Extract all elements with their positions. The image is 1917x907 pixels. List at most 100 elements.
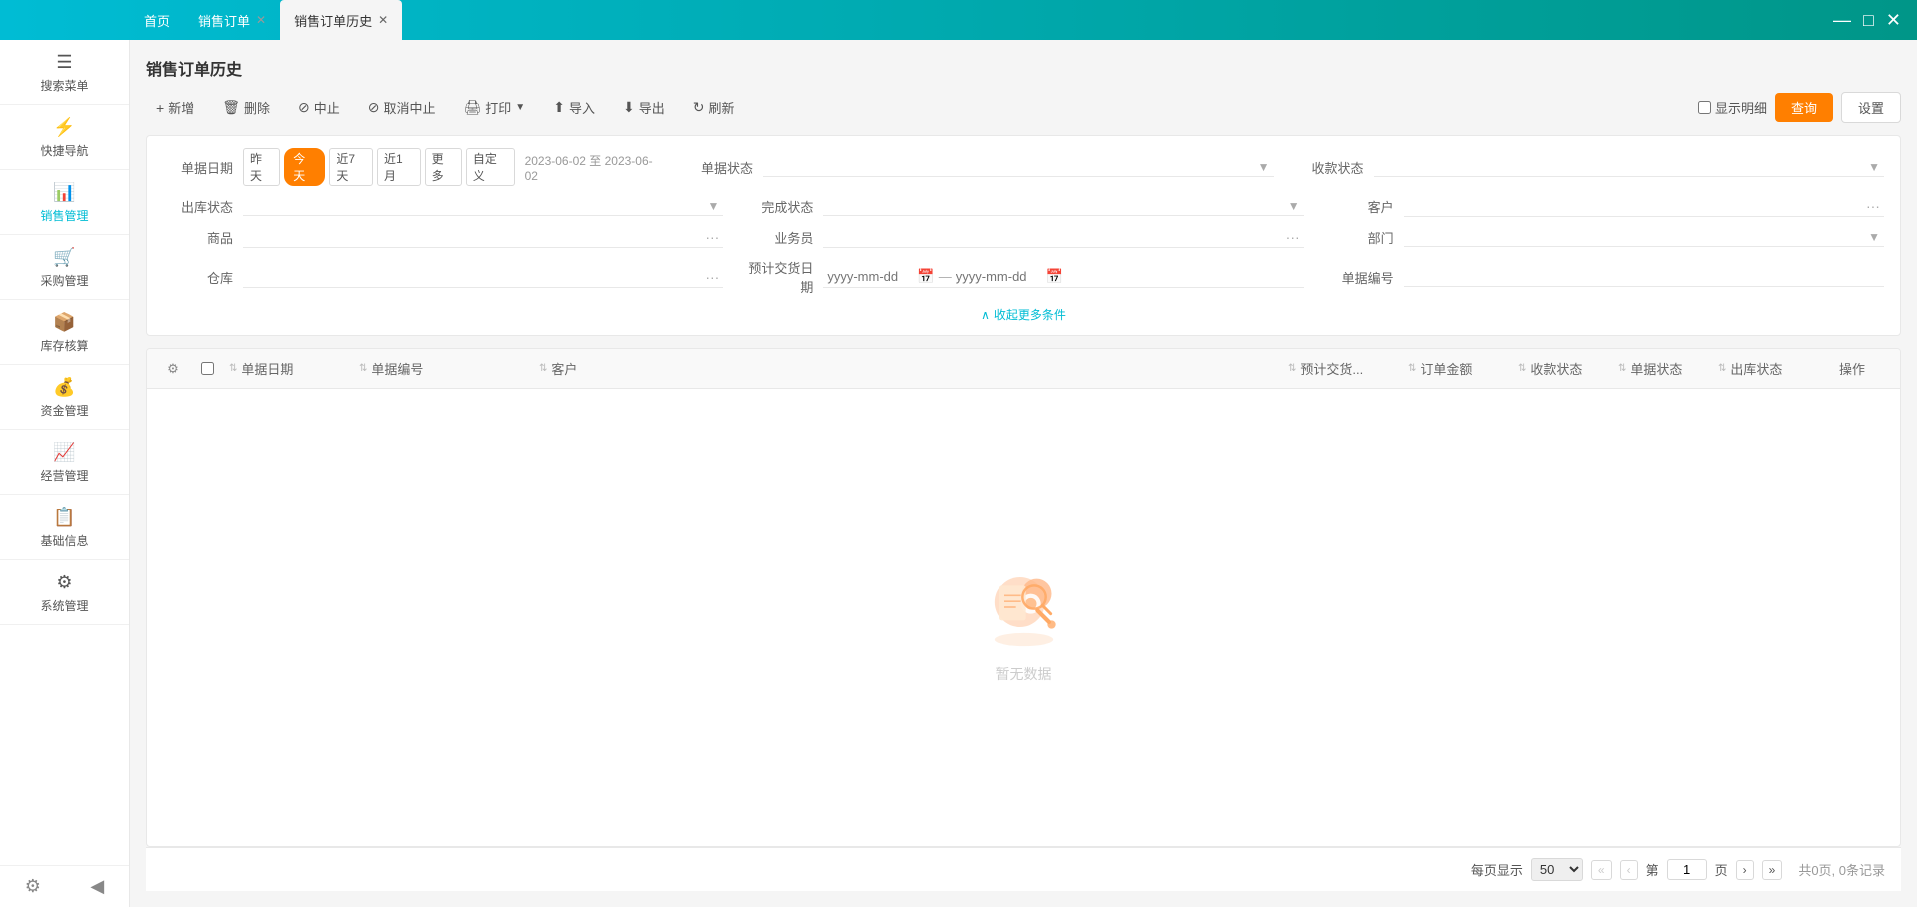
import-icon: ⬆ [553, 99, 565, 116]
print-icon: 🖨 [464, 99, 482, 116]
sidebar-settings-icon[interactable]: ⚙ [25, 876, 41, 897]
th-out-status: ⇅ 出库状态 [1712, 359, 1812, 378]
sidebar-item-sales-mgmt[interactable]: 📊 销售管理 [0, 170, 129, 235]
query-button[interactable]: 查询 [1775, 93, 1833, 122]
stop-button[interactable]: ⊘ 中止 [288, 93, 350, 122]
tab-sales-order[interactable]: 销售订单 ✕ [184, 0, 280, 40]
order-number-label: 单据编号 [1324, 268, 1404, 287]
print-arrow-icon: ▼ [515, 102, 525, 113]
out-status-chevron[interactable]: ▼ [707, 199, 719, 213]
date-btn-last1m[interactable]: 近1月 [377, 148, 421, 186]
last-page-button[interactable]: » [1762, 860, 1783, 880]
cancel-stop-button[interactable]: ⊘ 取消中止 [358, 93, 446, 122]
import-button[interactable]: ⬆ 导入 [543, 93, 605, 122]
delivery-date-start-input[interactable] [827, 269, 917, 284]
order-status-chevron[interactable]: ▼ [1258, 160, 1270, 174]
sidebar-item-purchase-mgmt[interactable]: 🛒 采购管理 [0, 235, 129, 300]
display-toggle[interactable]: 显示明细 [1698, 98, 1767, 117]
sidebar-item-finance-label: 资金管理 [40, 402, 88, 419]
first-page-button[interactable]: « [1591, 860, 1612, 880]
date-btn-yesterday[interactable]: 昨天 [243, 148, 280, 186]
sys-mgmt-icon: ⚙ [56, 572, 72, 593]
sidebar-item-ops-label: 经营管理 [40, 467, 88, 484]
sidebar-collapse-icon[interactable]: ◀ [90, 876, 104, 897]
window-maximize-icon[interactable]: □ [1857, 10, 1880, 31]
next-page-button[interactable]: › [1736, 860, 1754, 880]
th-amount-label: 订单金额 [1420, 359, 1472, 378]
dept-chevron[interactable]: ▼ [1868, 230, 1880, 244]
date-btn-custom[interactable]: 自定义 [466, 148, 515, 186]
th-sort-number-icon[interactable]: ⇅ [359, 363, 367, 374]
pay-status-chevron[interactable]: ▼ [1868, 160, 1880, 174]
salesperson-more-btn[interactable]: ··· [1286, 229, 1300, 245]
prev-page-button[interactable]: ‹ [1620, 860, 1638, 880]
sidebar-item-ops[interactable]: 📈 经营管理 [0, 430, 129, 495]
th-action: 操作 [1812, 359, 1892, 378]
collapse-label: 收起更多条件 [994, 306, 1066, 323]
th-sort-pay-status-icon[interactable]: ⇅ [1518, 363, 1526, 374]
tab-sales-order-history-close[interactable]: ✕ [378, 13, 388, 27]
goods-more-btn[interactable]: ··· [705, 229, 719, 245]
sidebar-item-search-menu[interactable]: ☰ 搜索菜单 [0, 40, 129, 105]
page-input[interactable] [1667, 859, 1707, 880]
th-sort-amount-icon[interactable]: ⇅ [1408, 363, 1416, 374]
tab-home[interactable]: 首页 [130, 0, 184, 40]
customer-label: 客户 [1324, 197, 1404, 216]
settings-button[interactable]: 设置 [1841, 92, 1901, 123]
tab-sales-order-history[interactable]: 销售订单历史 ✕ [280, 0, 402, 40]
filter-row-2: 出库状态 ▼ 完成状态 ▼ 客户 ··· [163, 196, 1884, 217]
complete-status-chevron[interactable]: ▼ [1288, 199, 1300, 213]
tab-sales-order-close[interactable]: ✕ [256, 13, 266, 27]
export-label: 导出 [639, 98, 665, 117]
delivery-date-end-cal-icon[interactable]: 📅 [1046, 268, 1063, 285]
page-title: 销售订单历史 [146, 56, 1901, 80]
th-sort-customer-icon[interactable]: ⇅ [539, 363, 547, 374]
delete-button[interactable]: 🗑 删除 [212, 93, 280, 122]
delivery-date-label: 预计交货日期 [743, 258, 823, 296]
salesperson-label: 业务员 [743, 228, 823, 247]
collapse-row[interactable]: ∧ 收起更多条件 [163, 306, 1884, 323]
th-sort-out-status-icon[interactable]: ⇅ [1718, 363, 1726, 374]
warehouse-label: 仓库 [163, 268, 243, 287]
display-toggle-checkbox[interactable] [1698, 101, 1711, 114]
table-wrap: ⚙ ⇅ 单据日期 ⇅ 单据编号 ⇅ 客户 ⇅ 预计交货. [146, 348, 1901, 847]
page-unit: 页 [1715, 860, 1728, 879]
page-size-select[interactable]: 50 20 100 [1531, 858, 1583, 881]
tab-home-label: 首页 [144, 11, 170, 30]
window-minimize-icon[interactable]: — [1827, 10, 1857, 31]
refresh-button[interactable]: ↻ 刷新 [683, 93, 745, 122]
sidebar-item-inventory[interactable]: 📦 库存核算 [0, 300, 129, 365]
date-btn-more[interactable]: 更多 [425, 148, 462, 186]
purchase-mgmt-icon: 🛒 [53, 247, 75, 268]
table-select-all-checkbox[interactable] [201, 362, 214, 375]
delivery-date-start-cal-icon[interactable]: 📅 [917, 268, 934, 285]
new-button[interactable]: + 新增 [146, 93, 204, 122]
page-size-label: 每页显示 [1471, 860, 1523, 879]
sidebar-item-quick-nav[interactable]: ⚡ 快捷导航 [0, 105, 129, 170]
customer-more-btn[interactable]: ··· [1866, 198, 1880, 214]
table-settings-icon[interactable]: ⚙ [155, 361, 191, 377]
th-order-status-label: 单据状态 [1630, 359, 1682, 378]
print-button[interactable]: 🖨 打印 ▼ [454, 93, 536, 122]
th-sort-date-icon[interactable]: ⇅ [229, 363, 237, 374]
new-icon: + [156, 100, 164, 116]
th-sort-order-status-icon[interactable]: ⇅ [1618, 363, 1626, 374]
sidebar-item-finance[interactable]: 💰 资金管理 [0, 365, 129, 430]
date-btn-last7[interactable]: 近7天 [329, 148, 373, 186]
window-close-icon[interactable]: ✕ [1880, 10, 1907, 31]
export-icon: ⬇ [623, 99, 635, 116]
date-btn-today[interactable]: 今天 [284, 148, 325, 186]
sidebar-item-sys-mgmt[interactable]: ⚙ 系统管理 [0, 560, 129, 625]
order-number-input[interactable] [1408, 269, 1880, 284]
th-sort-delivery-icon[interactable]: ⇅ [1288, 363, 1296, 374]
filter-row-4: 仓库 ··· 预计交货日期 📅 — 📅 单据编号 [163, 258, 1884, 296]
stop-label: 中止 [314, 98, 340, 117]
warehouse-more-btn[interactable]: ··· [705, 269, 719, 285]
search-menu-icon: ☰ [56, 52, 72, 73]
export-button[interactable]: ⬇ 导出 [613, 93, 675, 122]
delivery-date-end-input[interactable] [956, 269, 1046, 284]
th-action-label: 操作 [1839, 359, 1865, 378]
sidebar-item-base-info[interactable]: 📋 基础信息 [0, 495, 129, 560]
pay-status-label: 收款状态 [1294, 158, 1374, 177]
th-customer: ⇅ 客户 [533, 359, 1282, 378]
